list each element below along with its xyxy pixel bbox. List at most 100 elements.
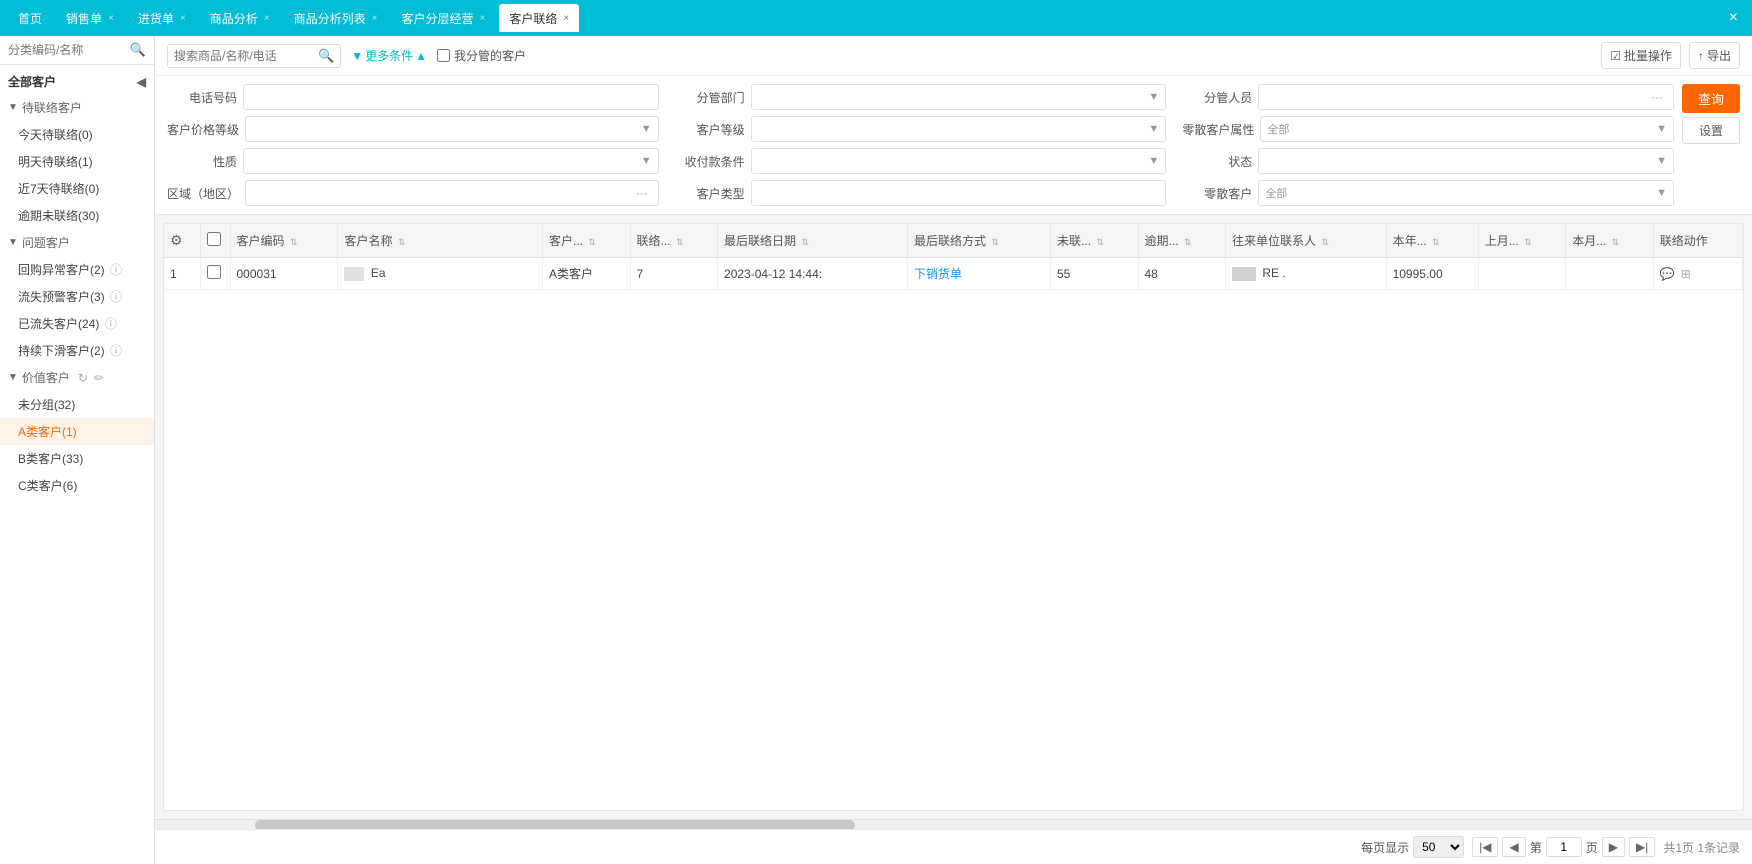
sort-icon[interactable]: ⇅ [991, 237, 999, 247]
qr-icon[interactable]: ⊞ [1681, 267, 1691, 281]
nav-customer-contact[interactable]: 客户联络 × [499, 4, 579, 32]
sidebar-item-recent7[interactable]: 近7天待联络(0) [0, 175, 154, 202]
region-dots-button[interactable]: ··· [632, 184, 652, 202]
sidebar-value-section[interactable]: ▼ 价值客户 ↻ ✏ [0, 364, 154, 391]
close-icon[interactable]: × [372, 13, 378, 24]
batch-op-button[interactable]: ☑ 批量操作 [1601, 42, 1681, 69]
export-button[interactable]: ↑ 导出 [1689, 42, 1740, 69]
cell-last-contact-method[interactable]: 下销货单 [907, 258, 1050, 290]
sort-icon[interactable]: ⇅ [588, 237, 596, 247]
sort-icon[interactable]: ⇅ [1612, 237, 1620, 247]
person-dots-button[interactable]: ··· [1647, 88, 1667, 106]
more-conditions-button[interactable]: ▼ 更多条件 ▲ [351, 47, 427, 64]
region-input[interactable] [252, 186, 628, 200]
filter-phone: 电话号码 [167, 84, 659, 110]
sidebar-item-today[interactable]: 今天待联络(0) [0, 121, 154, 148]
nav-close-all-button[interactable]: × [1723, 9, 1744, 27]
settings-button[interactable]: 设置 [1682, 117, 1740, 144]
refresh-icon[interactable]: ↻ [78, 371, 88, 385]
table-gear-icon[interactable]: ⚙ [170, 232, 183, 248]
sort-icon[interactable]: ⇅ [1524, 237, 1532, 247]
phone-input[interactable] [250, 90, 652, 104]
sidebar-problem-section[interactable]: ▼ 问题客户 [0, 229, 154, 256]
person-input[interactable] [1265, 90, 1643, 104]
sort-icon[interactable]: ⇅ [676, 237, 684, 247]
main-layout: 🔍 全部客户 ◀ ▼ 待联络客户 今天待联络(0) 明天待联络(1) 近7天待联… [0, 36, 1752, 864]
col-customer-code: 客户编码 ⇅ [230, 224, 338, 258]
customer-type-input[interactable] [758, 186, 1160, 200]
sidebar-header-icons[interactable]: ◀ [137, 75, 146, 89]
sort-icon[interactable]: ⇅ [1321, 237, 1329, 247]
last-page-button[interactable]: ▶| [1629, 837, 1655, 857]
nav-product-analysis[interactable]: 商品分析 × [200, 4, 280, 32]
sidebar-pending-section[interactable]: ▼ 待联络客户 [0, 94, 154, 121]
page-size-select[interactable]: 50 100 200 [1413, 836, 1464, 858]
sort-icon[interactable]: ⇅ [1184, 237, 1192, 247]
row-checkbox[interactable] [207, 265, 221, 279]
col-last-contact-method: 最后联络方式 ⇅ [907, 224, 1050, 258]
nav-customer-segment[interactable]: 客户分层经营 × [391, 4, 495, 32]
table-area: ⚙ 客户编码 ⇅ 客户名称 ⇅ [163, 223, 1744, 811]
sidebar-item-repurchase[interactable]: 回购异常客户(2) ⓘ [0, 256, 154, 283]
cell-no-contact: 55 [1050, 258, 1138, 290]
my-customers-checkbox[interactable] [437, 49, 450, 62]
main-search-icon[interactable]: 🔍 [318, 48, 334, 64]
sort-icon[interactable]: ⇅ [290, 237, 298, 247]
sidebar-item-unclassified[interactable]: 未分组(32) [0, 391, 154, 418]
sort-icon[interactable]: ⇅ [801, 237, 809, 247]
col-contact: 联络... ⇅ [630, 224, 718, 258]
filter-fields: 电话号码 分管部门 ▼ [167, 84, 1674, 206]
select-all-checkbox[interactable] [207, 232, 221, 246]
next-page-button[interactable]: ▶ [1602, 837, 1625, 857]
sidebar-collapse-icon[interactable]: ◀ [137, 75, 146, 89]
total-info: 共1页 1条记录 [1663, 839, 1740, 856]
close-icon[interactable]: × [479, 13, 485, 24]
info-icon: ⓘ [110, 344, 122, 358]
sidebar-item-tomorrow[interactable]: 明天待联络(1) [0, 148, 154, 175]
price-level-select[interactable]: ▼ [245, 116, 659, 142]
sidebar-search-icon[interactable]: 🔍 [130, 42, 146, 58]
close-icon[interactable]: × [264, 13, 270, 24]
sidebar-item-consecutive-decline[interactable]: 持续下滑客户(2) ⓘ [0, 337, 154, 364]
page-size-selector: 每页显示 50 100 200 [1361, 836, 1464, 858]
top-nav: 首页 销售单 × 进货单 × 商品分析 × 商品分析列表 × 客户分层经营 × … [0, 0, 1752, 36]
nav-product-list[interactable]: 商品分析列表 × [284, 4, 388, 32]
prev-page-button[interactable]: ◀ [1502, 837, 1525, 857]
sidebar-item-a-class[interactable]: A类客户(1) [0, 418, 154, 445]
retail-customer-select[interactable]: 全部 ▼ [1258, 180, 1674, 206]
sidebar-item-overdue[interactable]: 逾期未联络(30) [0, 202, 154, 229]
first-page-button[interactable]: |◀ [1472, 837, 1498, 857]
status-select[interactable]: ▼ [1258, 148, 1674, 174]
nav-purchase[interactable]: 进货单 × [128, 4, 196, 32]
sidebar-item-churn-warning[interactable]: 流失预警客户(3) ⓘ [0, 283, 154, 310]
sidebar-search-input[interactable] [8, 43, 126, 57]
payment-select[interactable]: ▼ [751, 148, 1167, 174]
nav-home[interactable]: 首页 [8, 4, 52, 32]
main-search-input[interactable] [174, 49, 314, 63]
page-input[interactable] [1546, 837, 1582, 857]
close-icon[interactable]: × [563, 13, 569, 24]
retail-customer-arrow: ▼ [1656, 187, 1667, 199]
sort-icon[interactable]: ⇅ [1096, 237, 1104, 247]
sidebar-item-b-class[interactable]: B类客户(33) [0, 445, 154, 472]
nav-sales[interactable]: 销售单 × [56, 4, 124, 32]
query-button[interactable]: 查询 [1682, 84, 1740, 113]
customer-level-arrow: ▼ [1148, 123, 1159, 135]
nature-select[interactable]: ▼ [243, 148, 659, 174]
sidebar-item-lost[interactable]: 已流失客户(24) ⓘ [0, 310, 154, 337]
customer-avatar [344, 267, 364, 281]
sort-icon[interactable]: ⇅ [398, 237, 406, 247]
filter-customer-level: 客户等级 ▼ [675, 116, 1167, 142]
sort-icon[interactable]: ⇅ [1432, 237, 1440, 247]
customer-level-select[interactable]: ▼ [751, 116, 1167, 142]
dept-select[interactable]: ▼ [751, 84, 1167, 110]
my-customers-filter[interactable]: 我分管的客户 [437, 47, 526, 64]
sidebar-item-c-class[interactable]: C类客户(6) [0, 472, 154, 499]
retail-attr-select[interactable]: 全部 ▼ [1260, 116, 1674, 142]
cell-customer-name: Ea [338, 258, 543, 290]
edit-icon[interactable]: ✏ [94, 371, 104, 385]
close-icon[interactable]: × [180, 13, 186, 24]
horizontal-scrollbar[interactable] [155, 819, 1752, 829]
chat-icon[interactable]: 💬 [1660, 267, 1675, 281]
close-icon[interactable]: × [108, 13, 114, 24]
